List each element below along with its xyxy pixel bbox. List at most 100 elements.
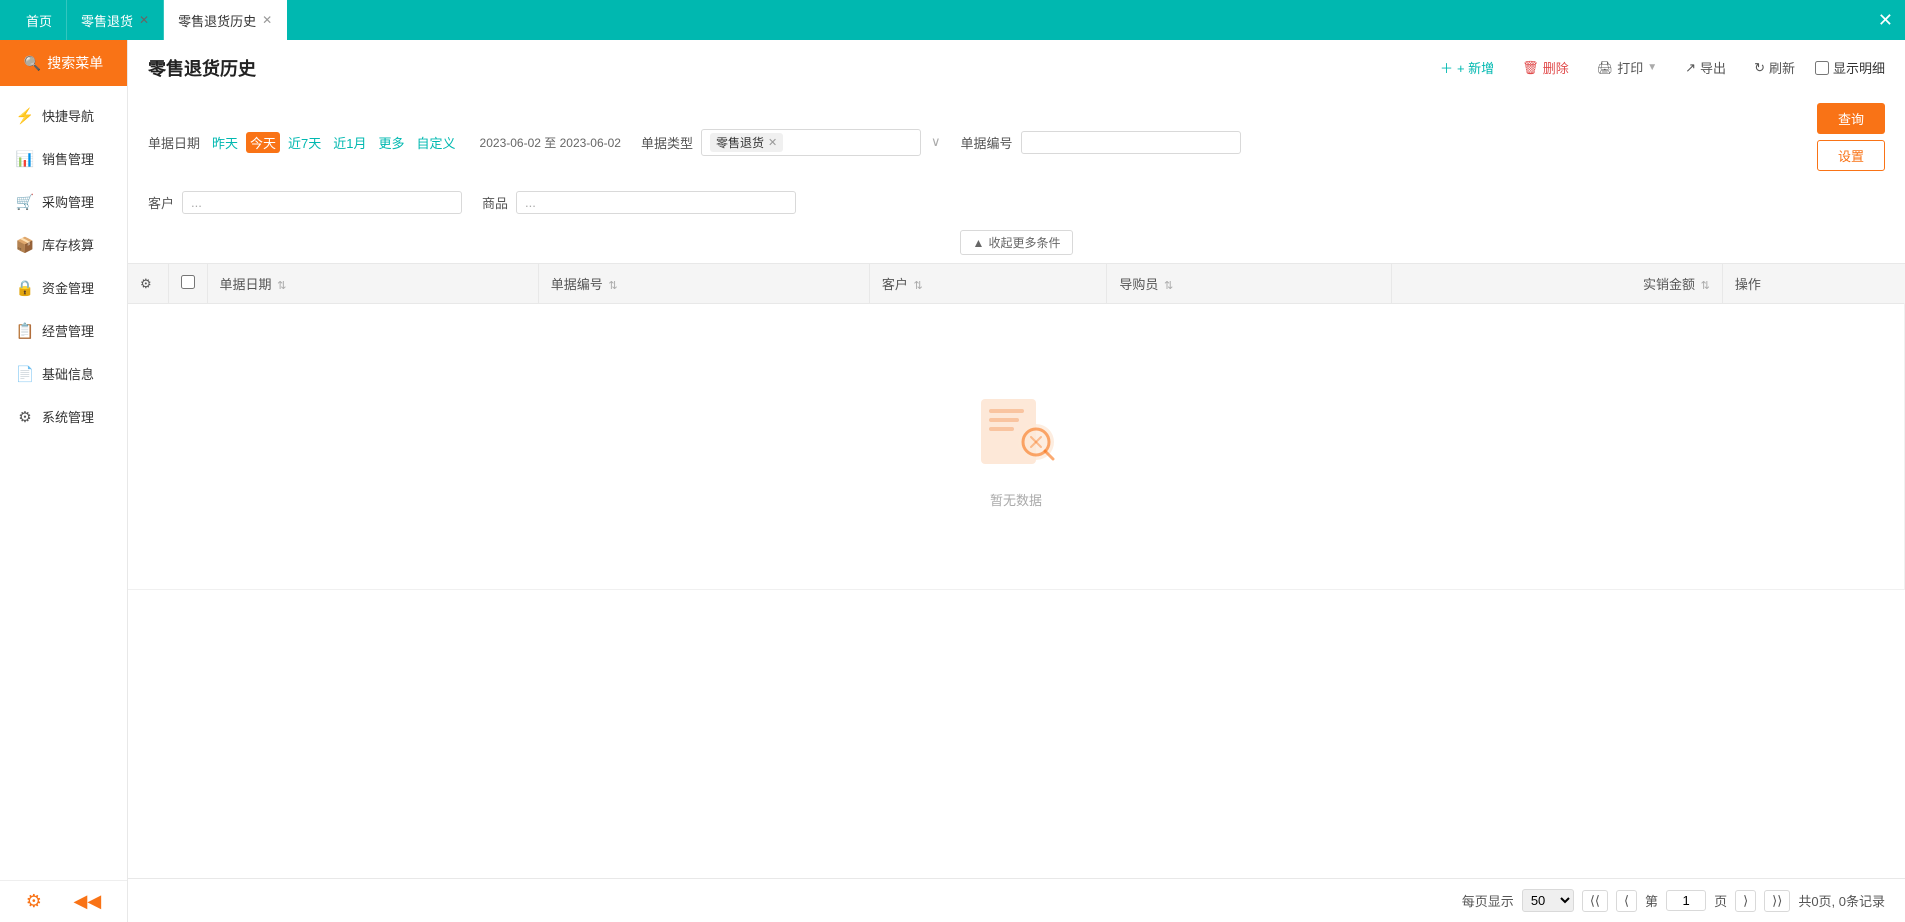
tab-retail-return-close[interactable]: ✕	[139, 13, 149, 27]
sidebar-item-quick-nav[interactable]: ⚡ 快捷导航	[0, 94, 127, 137]
sidebar-footer: ⚙ ◀◀	[0, 880, 127, 922]
date-shortcut-yesterday[interactable]: 昨天	[208, 132, 242, 153]
sidebar-item-purchase[interactable]: 🛒 采购管理	[0, 180, 127, 223]
per-page-select[interactable]: 20 50 100	[1522, 889, 1574, 912]
refresh-icon: ↻	[1754, 60, 1765, 76]
collapse-up-icon: ▲	[973, 236, 985, 250]
sidebar: 🔍 搜索菜单 ⚡ 快捷导航 📊 销售管理 🛒 采购管理 📦 库存核算 🔒	[0, 40, 128, 922]
sidebar-item-system-label: 系统管理	[42, 407, 94, 426]
show-detail-checkbox-input[interactable]	[1815, 61, 1829, 75]
show-detail-toggle[interactable]: 显示明细	[1815, 58, 1885, 77]
inventory-icon: 📦	[16, 236, 34, 254]
sort-customer-icon[interactable]: ⇅	[914, 280, 923, 292]
toolbar: ＋ + 新增 🗑 删除 🖨 打印 ▼ ↗ 导出	[1432, 54, 1885, 81]
add-button[interactable]: ＋ + 新增	[1432, 54, 1502, 81]
page-last-button[interactable]: ⟩⟩	[1764, 890, 1790, 912]
sort-guide-icon[interactable]: ⇅	[1164, 280, 1173, 292]
date-shortcut-custom[interactable]: 自定义	[413, 132, 460, 153]
th-guide-label: 导购员	[1119, 277, 1158, 292]
sort-amount-icon[interactable]: ⇅	[1701, 280, 1710, 292]
tab-retail-return-history[interactable]: 零售退货历史 ✕	[164, 0, 287, 40]
type-dropdown-icon[interactable]: ∨	[931, 134, 941, 150]
th-number: 单据编号 ⇅	[538, 264, 869, 304]
sidebar-item-finance-label: 资金管理	[42, 278, 94, 297]
print-button[interactable]: 🖨 打印 ▼	[1589, 54, 1665, 81]
date-shortcut-1month[interactable]: 近1月	[329, 132, 370, 153]
sidebar-item-basics[interactable]: 📄 基础信息	[0, 352, 127, 395]
date-shortcut-today[interactable]: 今天	[246, 132, 280, 153]
type-tag-value: 零售退货	[716, 134, 764, 151]
page-prev-button[interactable]: ⟨	[1616, 890, 1637, 912]
number-filter-input[interactable]	[1021, 131, 1241, 154]
total-info: 共0页, 0条记录	[1798, 891, 1885, 910]
th-settings[interactable]: ⚙	[128, 264, 168, 304]
page-number-input[interactable]	[1666, 890, 1706, 911]
page-first-button[interactable]: ⟨⟨	[1582, 890, 1608, 912]
customer-filter-group: 客户 ...	[148, 191, 462, 214]
sort-date-icon[interactable]: ⇅	[277, 280, 286, 292]
tab-retail-return-history-close[interactable]: ✕	[262, 13, 272, 27]
page-next-button[interactable]: ⟩	[1735, 890, 1756, 912]
refresh-button[interactable]: ↻ 刷新	[1746, 54, 1803, 81]
th-date-label: 单据日期	[220, 277, 272, 292]
delete-icon: 🗑	[1522, 60, 1539, 76]
collapse-label: 收起更多条件	[988, 234, 1060, 251]
tab-retail-return[interactable]: 零售退货 ✕	[67, 0, 164, 40]
goods-dots-icon[interactable]: ...	[525, 195, 536, 210]
type-filter-group: 单据类型 零售退货 ✕ ∨	[641, 129, 941, 156]
system-icon: ⚙	[16, 408, 34, 426]
sidebar-item-basics-label: 基础信息	[42, 364, 94, 383]
sidebar-item-inventory[interactable]: 📦 库存核算	[0, 223, 127, 266]
date-range-value: 2023-06-02 至 2023-06-02	[480, 134, 621, 151]
date-shortcuts: 昨天 今天 近7天 近1月 更多 自定义	[208, 132, 460, 153]
sidebar-settings-icon[interactable]: ⚙	[26, 891, 42, 912]
date-shortcut-more[interactable]: 更多	[375, 132, 409, 153]
date-filter-label: 单据日期	[148, 133, 200, 152]
sidebar-item-sales[interactable]: 📊 销售管理	[0, 137, 127, 180]
sidebar-item-system[interactable]: ⚙ 系统管理	[0, 395, 127, 438]
sidebar-search[interactable]: 🔍 搜索菜单	[0, 40, 127, 86]
pagination: 每页显示 20 50 100 ⟨⟨ ⟨ 第 页 ⟩ ⟩⟩ 共0页, 0条记录	[128, 878, 1905, 922]
sidebar-item-sales-label: 销售管理	[42, 149, 94, 168]
customer-dots-icon[interactable]: ...	[191, 195, 202, 210]
export-button[interactable]: ↗ 导出	[1677, 54, 1734, 81]
date-shortcut-7days[interactable]: 近7天	[284, 132, 325, 153]
query-button[interactable]: 查询	[1817, 103, 1885, 134]
sidebar-volume-icon[interactable]: ◀◀	[74, 891, 102, 912]
th-customer: 客户 ⇅	[869, 264, 1106, 304]
type-filter-input[interactable]: 零售退货 ✕	[701, 129, 921, 156]
sidebar-item-operations[interactable]: 📋 经营管理	[0, 309, 127, 352]
goods-filter-input[interactable]: ...	[516, 191, 796, 214]
tab-retail-return-label: 零售退货	[81, 11, 133, 30]
delete-button[interactable]: 🗑 删除	[1514, 54, 1577, 81]
data-table: ⚙ 单据日期 ⇅ 单据编号 ⇅ 客户	[128, 264, 1905, 590]
page-suffix: 页	[1714, 891, 1727, 910]
tab-retail-return-history-label: 零售退货历史	[178, 11, 256, 30]
type-filter-tag: 零售退货 ✕	[710, 133, 783, 152]
table-header: ⚙ 单据日期 ⇅ 单据编号 ⇅ 客户	[128, 264, 1905, 304]
print-icon: 🖨	[1597, 60, 1614, 76]
print-dropdown-icon: ▼	[1647, 62, 1657, 73]
type-tag-close-icon[interactable]: ✕	[768, 136, 777, 149]
filter-settings-button[interactable]: 设置	[1817, 140, 1885, 171]
filter-row-2: 客户 ... 商品 ...	[148, 191, 1885, 214]
main-layout: 🔍 搜索菜单 ⚡ 快捷导航 📊 销售管理 🛒 采购管理 📦 库存核算 🔒	[0, 40, 1905, 922]
sidebar-item-finance[interactable]: 🔒 资金管理	[0, 266, 127, 309]
collapse-button[interactable]: ▲ 收起更多条件	[960, 230, 1074, 255]
sort-number-icon[interactable]: ⇅	[608, 280, 617, 292]
window-close-icon[interactable]: ✕	[1878, 10, 1893, 31]
tab-home-label: 首页	[26, 11, 52, 30]
th-amount-label: 实销金额	[1643, 277, 1695, 292]
customer-filter-input[interactable]: ...	[182, 191, 462, 214]
print-label: 打印	[1617, 58, 1643, 77]
sidebar-nav: ⚡ 快捷导航 📊 销售管理 🛒 采购管理 📦 库存核算 🔒 资金管理 📋	[0, 86, 127, 880]
export-label: 导出	[1700, 58, 1726, 77]
th-guide: 导购员 ⇅	[1107, 264, 1391, 304]
sidebar-search-label: 搜索菜单	[47, 53, 103, 73]
finance-icon: 🔒	[16, 279, 34, 297]
th-date: 单据日期 ⇅	[207, 264, 538, 304]
th-checkbox[interactable]	[168, 264, 207, 304]
select-all-checkbox[interactable]	[181, 275, 195, 289]
show-detail-label: 显示明细	[1833, 58, 1885, 77]
tab-home[interactable]: 首页	[12, 0, 67, 40]
